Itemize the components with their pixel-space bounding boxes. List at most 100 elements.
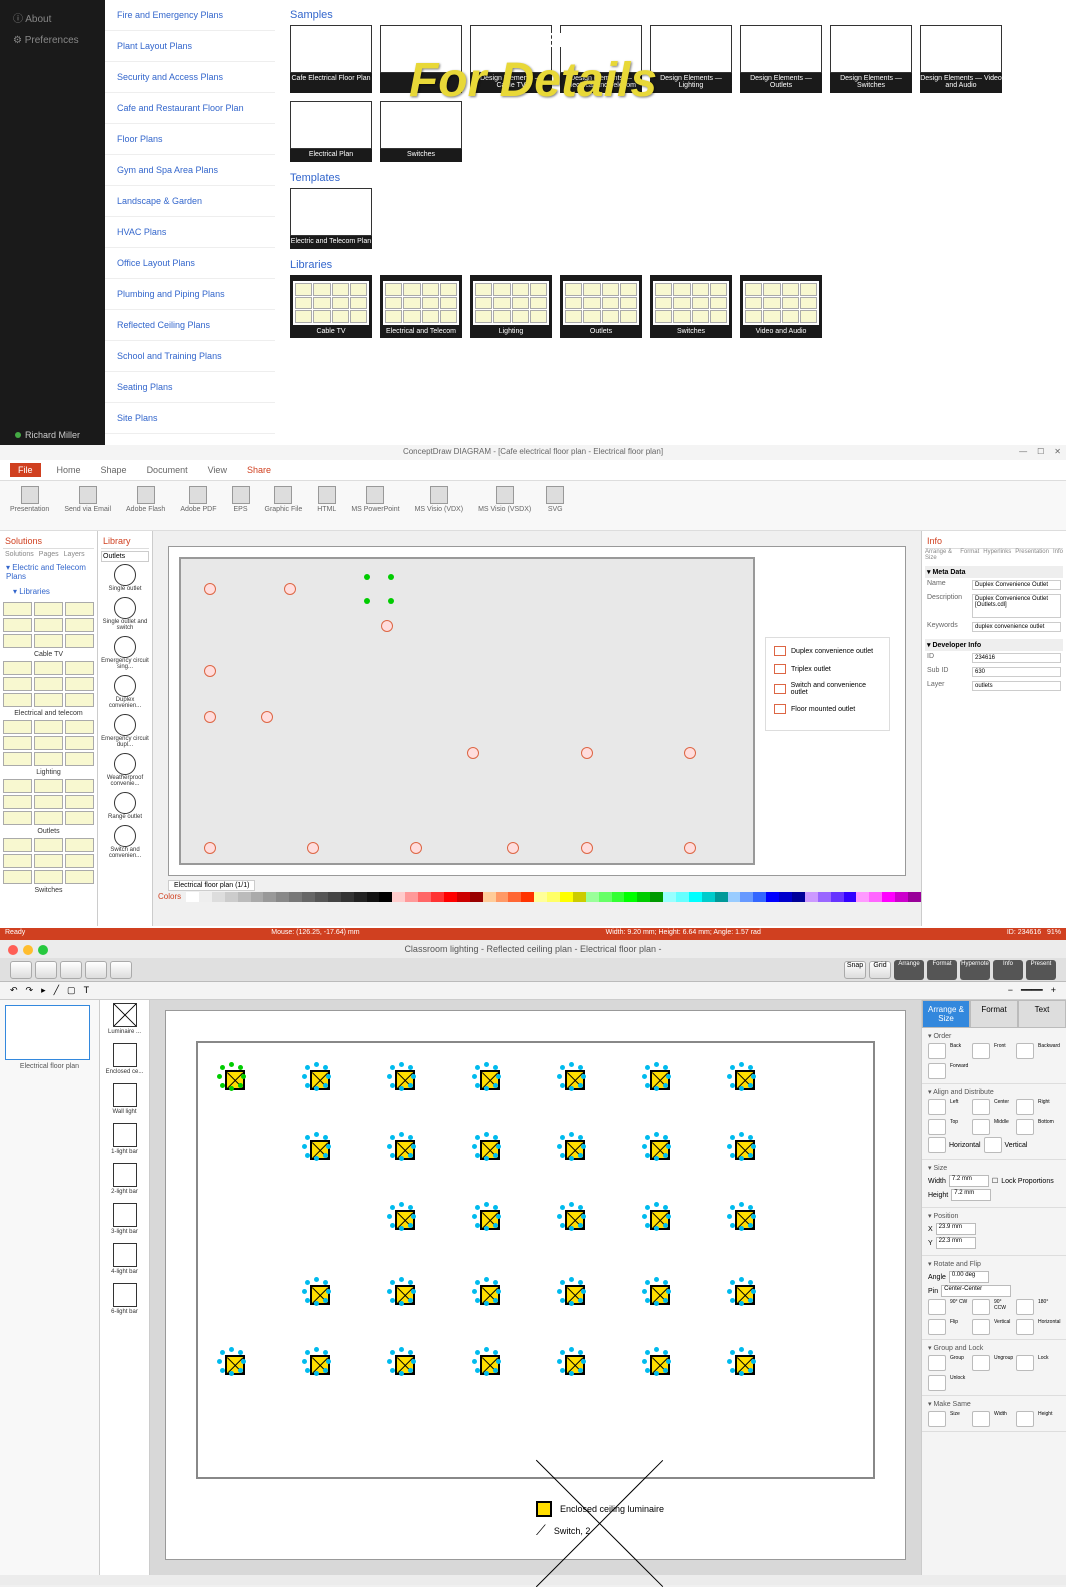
color-swatch[interactable] bbox=[186, 892, 199, 902]
library-shape[interactable]: Switch and convenien... bbox=[101, 825, 149, 859]
library-tile[interactable]: Cable TV bbox=[290, 275, 372, 338]
library-shape[interactable]: Luminaire ... bbox=[103, 1003, 146, 1035]
color-swatch[interactable] bbox=[895, 892, 908, 902]
toolbar-format[interactable]: Format bbox=[927, 960, 957, 980]
ribbon-button[interactable]: MS Visio (VDX) bbox=[415, 486, 464, 525]
ceiling-luminaire[interactable] bbox=[391, 1136, 419, 1164]
rect-icon[interactable]: ▢ bbox=[67, 985, 76, 996]
color-swatch[interactable] bbox=[354, 892, 367, 902]
color-swatch[interactable] bbox=[431, 892, 444, 902]
ribbon-button[interactable]: Adobe PDF bbox=[180, 486, 216, 525]
metadata-heading[interactable]: ▾ Meta Data bbox=[925, 566, 1063, 578]
height-input[interactable]: 7.2 mm bbox=[951, 1189, 991, 1201]
minimize-icon[interactable]: — bbox=[1019, 447, 1027, 456]
color-swatch[interactable] bbox=[263, 892, 276, 902]
tab-layers[interactable]: Layers bbox=[64, 551, 85, 558]
template-tile[interactable]: Design Elements — Lighting bbox=[650, 25, 732, 93]
inspector-forward-button[interactable] bbox=[928, 1063, 946, 1079]
inspector-ungroup-button[interactable] bbox=[972, 1355, 990, 1371]
color-swatch[interactable] bbox=[676, 892, 689, 902]
outlet-symbol[interactable] bbox=[381, 620, 393, 632]
solution-category[interactable]: Cable TV bbox=[3, 651, 94, 658]
tool-icon[interactable]: ↶ bbox=[10, 985, 18, 996]
ceiling-luminaire[interactable] bbox=[646, 1281, 674, 1309]
solution-category[interactable]: Outlets bbox=[3, 828, 94, 835]
color-swatch[interactable] bbox=[663, 892, 676, 902]
distribute-v-button[interactable] bbox=[984, 1137, 1002, 1153]
ceiling-luminaire[interactable] bbox=[561, 1066, 589, 1094]
color-swatch[interactable] bbox=[483, 892, 496, 902]
category-item[interactable]: Cafe and Restaurant Floor Plan bbox=[105, 93, 275, 124]
color-swatch[interactable] bbox=[908, 892, 921, 902]
inspector--button[interactable] bbox=[1016, 1299, 1034, 1315]
library-tile[interactable]: Lighting bbox=[470, 275, 552, 338]
inspector-backward-button[interactable] bbox=[1016, 1043, 1034, 1059]
ribbon-button[interactable]: EPS bbox=[232, 486, 250, 525]
info-tab[interactable]: Arrange & Size bbox=[925, 549, 956, 561]
library-shape[interactable]: Emergency circuit dupl... bbox=[101, 714, 149, 748]
outlet-symbol[interactable] bbox=[204, 665, 216, 677]
template-tile[interactable] bbox=[380, 25, 462, 93]
ribbon-tab-home[interactable]: Home bbox=[53, 463, 85, 477]
outlet-symbol[interactable] bbox=[581, 747, 593, 759]
inspector-cw-button[interactable] bbox=[928, 1299, 946, 1315]
color-swatch[interactable] bbox=[496, 892, 509, 902]
tab-arrange[interactable]: Arrange & Size bbox=[922, 1000, 970, 1028]
ceiling-luminaire[interactable] bbox=[306, 1066, 334, 1094]
ribbon-button[interactable]: Adobe Flash bbox=[126, 486, 165, 525]
ceiling-luminaire[interactable] bbox=[646, 1351, 674, 1379]
width-input[interactable]: 7.2 mm bbox=[949, 1175, 989, 1187]
library-shape[interactable]: Weatherproof convenie... bbox=[101, 753, 149, 787]
inspector-horizontal-button[interactable] bbox=[1016, 1319, 1034, 1335]
inspector-center-button[interactable] bbox=[972, 1099, 990, 1115]
info-tab[interactable]: Format bbox=[960, 549, 979, 561]
template-tile[interactable]: Design Elements — Video and Audio bbox=[920, 25, 1002, 93]
ceiling-luminaire[interactable] bbox=[391, 1206, 419, 1234]
color-swatch[interactable] bbox=[573, 892, 586, 902]
color-swatch[interactable] bbox=[702, 892, 715, 902]
library-shape[interactable]: Single outlet and switch bbox=[101, 597, 149, 631]
pointer-icon[interactable]: ▸ bbox=[41, 985, 46, 996]
tool-button[interactable] bbox=[85, 961, 107, 979]
color-swatch[interactable] bbox=[444, 892, 457, 902]
color-swatch[interactable] bbox=[560, 892, 573, 902]
ceiling-luminaire[interactable] bbox=[221, 1351, 249, 1379]
ceiling-luminaire[interactable] bbox=[731, 1136, 759, 1164]
ceiling-luminaire[interactable] bbox=[561, 1136, 589, 1164]
color-swatch[interactable] bbox=[547, 892, 560, 902]
outlet-symbol[interactable] bbox=[684, 747, 696, 759]
rotate-heading[interactable]: ▾ Rotate and Flip bbox=[928, 1260, 1060, 1268]
ceiling-luminaire[interactable] bbox=[561, 1281, 589, 1309]
color-swatch[interactable] bbox=[728, 892, 741, 902]
color-swatch[interactable] bbox=[315, 892, 328, 902]
selected-group[interactable] bbox=[364, 574, 394, 604]
library-shape[interactable]: Enclosed ce... bbox=[103, 1043, 146, 1075]
template-tile[interactable]: Electrical Plan bbox=[290, 101, 372, 162]
solution-tree-item[interactable]: ▾ Electric and Telecom Plans bbox=[3, 560, 94, 584]
ceiling-luminaire[interactable] bbox=[731, 1206, 759, 1234]
outlet-symbol[interactable] bbox=[261, 711, 273, 723]
solution-category[interactable]: Lighting bbox=[3, 769, 94, 776]
close-icon[interactable]: ✕ bbox=[1054, 447, 1061, 456]
tab-solutions[interactable]: Solutions bbox=[5, 551, 34, 558]
inspector-height-button[interactable] bbox=[1016, 1411, 1034, 1427]
ceiling-luminaire[interactable] bbox=[221, 1066, 249, 1094]
ribbon-tab-share[interactable]: Share bbox=[243, 463, 275, 477]
outlet-symbol[interactable] bbox=[204, 583, 216, 595]
color-swatch[interactable] bbox=[805, 892, 818, 902]
color-swatch[interactable] bbox=[599, 892, 612, 902]
color-swatch[interactable] bbox=[392, 892, 405, 902]
ribbon-tab-file[interactable]: File bbox=[10, 463, 41, 477]
color-swatch[interactable] bbox=[586, 892, 599, 902]
outlet-symbol[interactable] bbox=[410, 842, 422, 854]
color-swatch[interactable] bbox=[276, 892, 289, 902]
drawing-canvas[interactable]: Duplex convenience outletTriplex outletS… bbox=[168, 546, 906, 876]
color-swatch[interactable] bbox=[689, 892, 702, 902]
color-swatch[interactable] bbox=[302, 892, 315, 902]
color-swatch[interactable] bbox=[379, 892, 392, 902]
tab-format[interactable]: Format bbox=[970, 1000, 1018, 1028]
color-swatch[interactable] bbox=[521, 892, 534, 902]
solution-libraries[interactable]: ▾ Libraries bbox=[3, 584, 94, 599]
inspector-flip-button[interactable] bbox=[928, 1319, 946, 1335]
inspector-middle-button[interactable] bbox=[972, 1119, 990, 1135]
